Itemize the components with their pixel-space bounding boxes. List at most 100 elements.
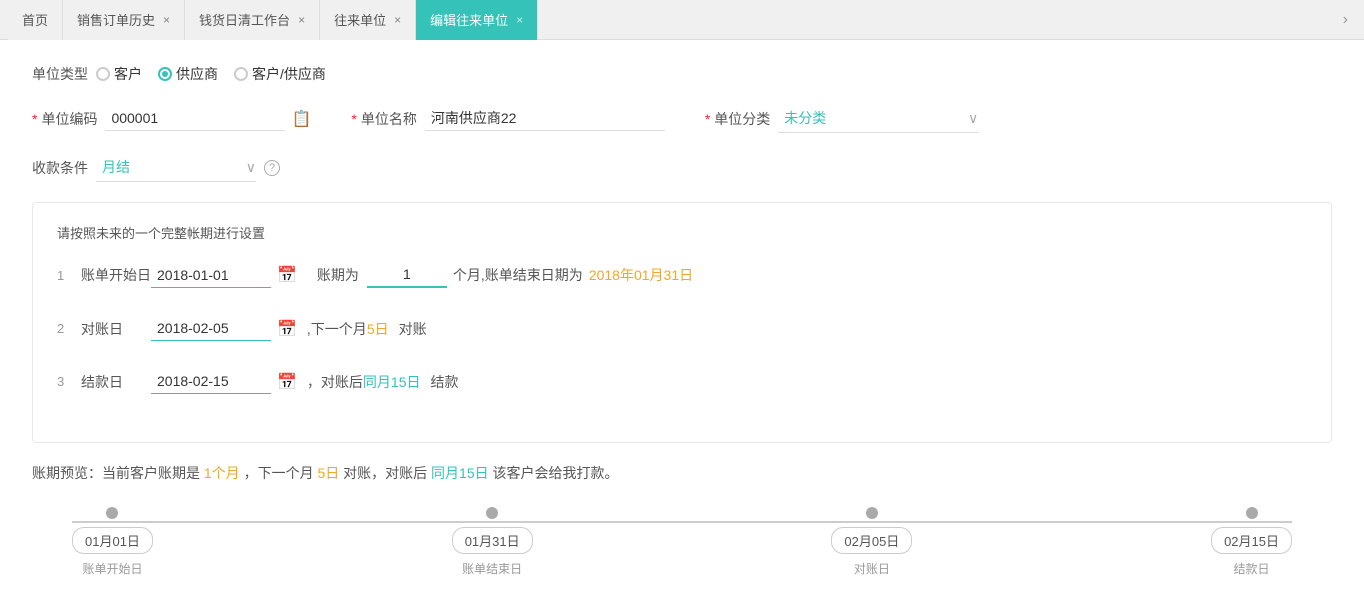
tab-home-label: 首页 xyxy=(22,10,48,29)
timeline-badge-3: 02月05日 xyxy=(831,527,912,554)
radio-customer[interactable]: 客户 xyxy=(96,64,142,84)
unit-category-arrow: ∨ xyxy=(968,110,978,127)
reconcile-suffix-pre: ,下一个月 xyxy=(307,319,367,339)
timeline-node-1: 01月01日 账单开始日 xyxy=(72,507,153,577)
tab-partner[interactable]: 往来单位 × xyxy=(320,0,416,40)
reconcile-day-highlight: 5日 xyxy=(367,319,389,339)
payment-terms-dropdown[interactable]: 月结 ∨ xyxy=(96,153,256,182)
timeline: 01月01日 账单开始日 01月31日 账单结束日 02月05日 对账日 02月… xyxy=(32,507,1332,577)
preview-end: 该客户会给我打款。 xyxy=(493,465,619,481)
timeline-node-3: 02月05日 对账日 xyxy=(831,507,912,577)
unit-name-label: 单位名称 xyxy=(361,109,417,129)
unit-code-label: 单位编码 xyxy=(41,109,97,129)
period-value-input[interactable] xyxy=(367,262,447,288)
unit-type-row: 单位类型 客户 供应商 客户/供应商 xyxy=(32,64,1332,84)
reconcile-date-calendar[interactable]: 📅 xyxy=(277,319,297,339)
row3-type: 结款日 xyxy=(81,372,151,392)
timeline-badge-2: 01月31日 xyxy=(452,527,533,554)
tab-cash-daily-close[interactable]: × xyxy=(298,13,305,27)
tab-sales-history-close[interactable]: × xyxy=(163,13,170,27)
tab-sales-history[interactable]: 销售订单历史 × xyxy=(63,0,185,40)
help-icon[interactable]: ? xyxy=(264,160,280,176)
preview-part1: 1个月 xyxy=(204,465,240,481)
unit-code-icon[interactable]: 📋 xyxy=(291,109,311,129)
main-content: 单位类型 客户 供应商 客户/供应商 * 单位编码 📋 * 单位名称 xyxy=(0,40,1364,608)
account-start-row: 1 账单开始日 📅 账期为 个月,账单结束日期为 2018年01月31日 xyxy=(57,262,1307,288)
timeline-dot-2 xyxy=(486,507,498,519)
timeline-badge-4: 02月15日 xyxy=(1211,527,1292,554)
preview-part2: 5日 xyxy=(317,465,339,481)
payment-terms-value: 月结 xyxy=(96,153,242,181)
tab-sales-history-label: 销售订单历史 xyxy=(77,10,155,29)
period-unit-text: 个月,账单结束日期为 xyxy=(453,265,583,285)
unit-type-label: 单位类型 xyxy=(32,64,88,84)
period-for-label: 账期为 xyxy=(317,265,359,285)
row1-num: 1 xyxy=(57,268,81,283)
tab-partner-label: 往来单位 xyxy=(334,10,386,29)
tab-edit-partner[interactable]: 编辑往来单位 × xyxy=(416,0,538,40)
preview-mid2: 对账，对账后 xyxy=(343,465,427,481)
tab-home[interactable]: 首页 xyxy=(8,0,63,40)
payment-suffix-post: 结款 xyxy=(431,372,459,392)
unit-name-input[interactable] xyxy=(425,106,665,131)
row1-type: 账单开始日 xyxy=(81,265,151,285)
tab-bar: 首页 销售订单历史 × 钱货日清工作台 × 往来单位 × 编辑往来单位 × › xyxy=(0,0,1364,40)
unit-fields-row: * 单位编码 📋 * 单位名称 * 单位分类 未分类 ∨ xyxy=(32,104,1332,133)
radio-both[interactable]: 客户/供应商 xyxy=(234,64,326,84)
payment-terms-arrow: ∨ xyxy=(246,159,256,176)
section-title: 请按照未来的一个完整帐期进行设置 xyxy=(57,223,1307,242)
payment-date-calendar[interactable]: 📅 xyxy=(277,372,297,392)
timeline-dot-3 xyxy=(866,507,878,519)
radio-both-circle xyxy=(234,67,248,81)
timeline-label-1: 账单开始日 xyxy=(82,560,142,577)
tab-cash-daily-label: 钱货日清工作台 xyxy=(199,10,290,29)
timeline-node-4: 02月15日 结款日 xyxy=(1211,507,1292,577)
payment-suffix-pre: ，对账后 xyxy=(307,372,363,392)
timeline-label-2: 账单结束日 xyxy=(462,560,522,577)
start-date-calendar[interactable]: 📅 xyxy=(277,265,297,285)
tab-cash-daily[interactable]: 钱货日清工作台 × xyxy=(185,0,320,40)
unit-category-value: 未分类 xyxy=(778,104,964,132)
unit-category-label: 单位分类 xyxy=(714,109,770,129)
row2-num: 2 xyxy=(57,321,81,336)
reconcile-suffix-post: 对账 xyxy=(399,319,427,339)
payment-terms-label: 收款条件 xyxy=(32,158,88,178)
tab-partner-close[interactable]: × xyxy=(394,13,401,27)
payment-date-input[interactable] xyxy=(151,369,271,394)
preview-part3: 同月15日 xyxy=(431,465,489,481)
preview-section: 账期预览：当前客户账期是 1个月 ，下一个月 5日 对账，对账后 同月15日 该… xyxy=(32,463,1332,483)
row3-num: 3 xyxy=(57,374,81,389)
unit-name-star: * xyxy=(351,111,356,127)
start-date-input[interactable] xyxy=(151,263,271,288)
unit-code-input[interactable] xyxy=(105,106,285,131)
timeline-dot-1 xyxy=(106,507,118,519)
unit-name-group: * 单位名称 xyxy=(351,106,664,131)
tab-edit-partner-close[interactable]: × xyxy=(516,13,523,27)
tab-edit-partner-label: 编辑往来单位 xyxy=(430,10,508,29)
timeline-label-3: 对账日 xyxy=(854,560,890,577)
reconcile-date-input[interactable] xyxy=(151,316,271,341)
end-date-highlight: 2018年01月31日 xyxy=(589,265,693,285)
row2-type: 对账日 xyxy=(81,319,151,339)
radio-supplier[interactable]: 供应商 xyxy=(158,64,218,84)
tab-bar-more[interactable]: › xyxy=(1335,11,1356,29)
timeline-badge-1: 01月01日 xyxy=(72,527,153,554)
settings-section: 请按照未来的一个完整帐期进行设置 1 账单开始日 📅 账期为 个月,账单结束日期… xyxy=(32,202,1332,443)
unit-type-radio-group: 客户 供应商 客户/供应商 xyxy=(96,64,326,84)
reconciliation-row: 2 对账日 📅 ,下一个月 5日 对账 xyxy=(57,316,1307,341)
preview-mid1: ，下一个月 xyxy=(244,465,314,481)
radio-customer-circle xyxy=(96,67,110,81)
radio-both-label: 客户/供应商 xyxy=(252,64,326,84)
timeline-nodes: 01月01日 账单开始日 01月31日 账单结束日 02月05日 对账日 02月… xyxy=(72,507,1292,577)
unit-category-star: * xyxy=(705,111,710,127)
radio-supplier-label: 供应商 xyxy=(176,64,218,84)
unit-category-dropdown[interactable]: 未分类 ∨ xyxy=(778,104,978,133)
timeline-label-4: 结款日 xyxy=(1234,560,1270,577)
unit-code-star: * xyxy=(32,111,37,127)
radio-customer-label: 客户 xyxy=(114,64,142,84)
preview-label: 账期预览：当前客户账期是 xyxy=(32,465,200,481)
radio-supplier-circle xyxy=(158,67,172,81)
timeline-dot-4 xyxy=(1246,507,1258,519)
timeline-node-2: 01月31日 账单结束日 xyxy=(452,507,533,577)
unit-category-group: * 单位分类 未分类 ∨ xyxy=(705,104,978,133)
